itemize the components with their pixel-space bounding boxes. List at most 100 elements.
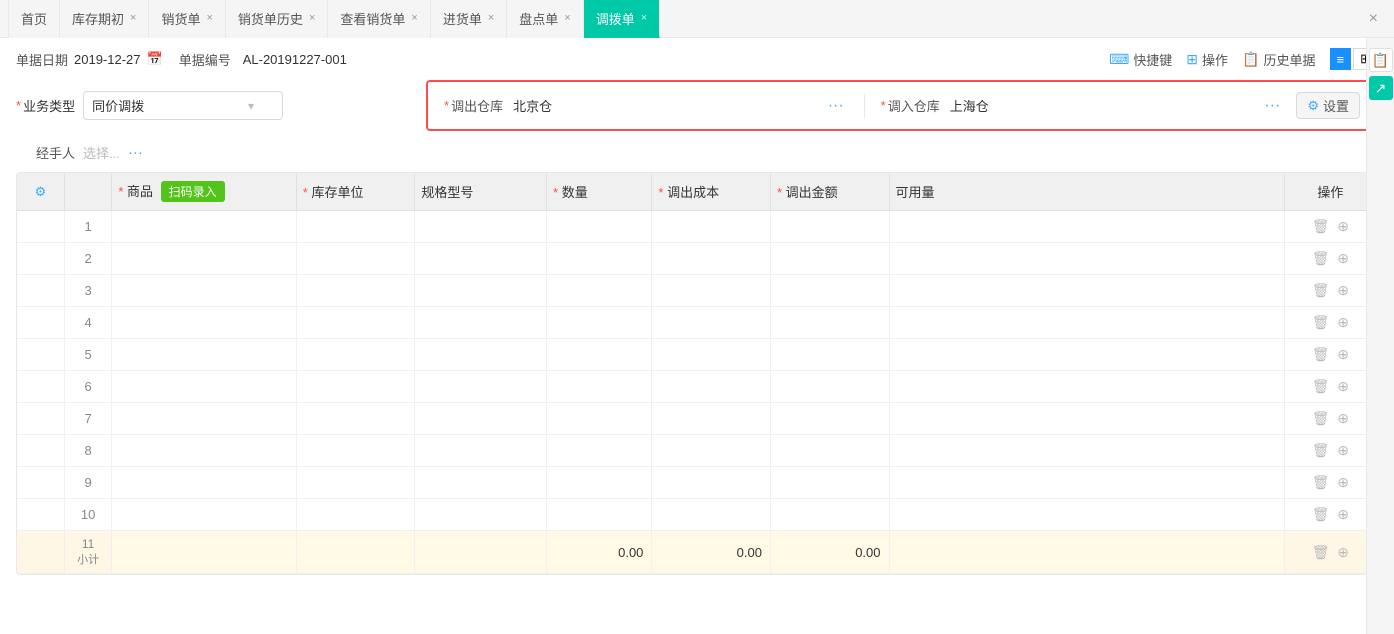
gear-cell-9 — [17, 467, 64, 499]
qty-cell-10 — [547, 499, 652, 531]
product-cell-9[interactable] — [112, 467, 296, 499]
tab-transfer[interactable]: 调拨单 × — [584, 0, 660, 38]
qty-cell-9 — [547, 467, 652, 499]
copy-icon-4[interactable]: ⊕ — [1337, 314, 1349, 330]
delete-icon-10[interactable]: 🗑 — [1312, 506, 1330, 522]
close-sales-history[interactable]: × — [309, 13, 315, 24]
ops-cell-1: 🗑 ⊕ — [1284, 211, 1376, 243]
tab-inventory-init[interactable]: 库存期初 × — [60, 0, 149, 38]
out-warehouse-more[interactable]: ··· — [824, 97, 848, 115]
close-transfer[interactable]: × — [641, 13, 647, 24]
biz-type-select[interactable]: 同价调拨 ▾ — [83, 91, 283, 120]
avail-cell-7 — [889, 403, 1284, 435]
biz-type-row: * 业务类型 同价调拨 ▾ * 调出仓库 北京仓 ··· * 调入仓库 上海仓 … — [16, 80, 1378, 131]
avail-cell-1 — [889, 211, 1284, 243]
in-warehouse-more[interactable]: ··· — [1260, 97, 1284, 115]
delete-icon-5[interactable]: 🗑 — [1312, 346, 1330, 362]
sidebar-expand-icon[interactable]: ↗ — [1369, 76, 1393, 100]
scan-input-btn[interactable]: 扫码录入 — [161, 181, 225, 202]
setting-button[interactable]: ⚙ 设置 — [1296, 92, 1360, 119]
tab-home[interactable]: 首页 — [8, 0, 60, 38]
warehouse-divider — [864, 94, 865, 118]
copy-icon-2[interactable]: ⊕ — [1337, 250, 1349, 266]
gear-column-header[interactable]: ⚙ — [17, 173, 64, 211]
delete-icon-8[interactable]: 🗑 — [1312, 442, 1330, 458]
delete-icon-2[interactable]: 🗑 — [1312, 250, 1330, 266]
tab-view-sales[interactable]: 查看销货单 × — [328, 0, 430, 38]
person-more-btn[interactable]: ··· — [128, 144, 143, 161]
tab-stocktake[interactable]: 盘点单 × — [507, 0, 583, 38]
product-cell-1[interactable] — [112, 211, 296, 243]
keyboard-icon: ⌨ — [1109, 51, 1129, 68]
product-cell-7[interactable] — [112, 403, 296, 435]
copy-icon-7[interactable]: ⊕ — [1337, 410, 1349, 426]
tab-sales-history[interactable]: 销货单历史 × — [226, 0, 328, 38]
unit-cell-1 — [296, 211, 415, 243]
operations-btn[interactable]: ⊞ 操作 — [1186, 50, 1228, 69]
sidebar-doc-icon[interactable]: 📋 — [1369, 48, 1393, 72]
product-cell-10[interactable] — [112, 499, 296, 531]
history-btn[interactable]: 📋 历史单据 — [1242, 50, 1315, 69]
amount-cell-9 — [770, 467, 889, 499]
product-cell-2[interactable] — [112, 243, 296, 275]
ops-column-header: 操作 — [1284, 173, 1376, 211]
product-cell-8[interactable] — [112, 435, 296, 467]
product-cell-5[interactable] — [112, 339, 296, 371]
copy-icon-8[interactable]: ⊕ — [1337, 442, 1349, 458]
in-required-star: * — [881, 98, 886, 113]
table-row: 8 🗑 ⊕ — [17, 435, 1377, 467]
row-num-1: 1 — [64, 211, 111, 243]
table-row: 3 🗑 ⊕ — [17, 275, 1377, 307]
spec-column-header: 规格型号 — [415, 173, 547, 211]
list-view-btn[interactable]: ≡ — [1330, 48, 1352, 70]
close-view-sales[interactable]: × — [411, 13, 417, 24]
person-select[interactable]: 选择... — [83, 143, 120, 162]
delete-icon-6[interactable]: 🗑 — [1312, 378, 1330, 394]
calendar-icon[interactable]: 📅 — [147, 51, 163, 67]
doc-date-label: 单据日期 — [16, 50, 68, 69]
product-cell-3[interactable] — [112, 275, 296, 307]
doc-num-label: 单据编号 — [179, 50, 231, 69]
qty-cell-2 — [547, 243, 652, 275]
table-row: 4 🗑 ⊕ — [17, 307, 1377, 339]
cost-cell-10 — [652, 499, 771, 531]
product-cell-6[interactable] — [112, 371, 296, 403]
copy-icon-5[interactable]: ⊕ — [1337, 346, 1349, 362]
close-all-tabs[interactable]: × — [1361, 10, 1386, 28]
table-row: 7 🗑 ⊕ — [17, 403, 1377, 435]
close-stocktake[interactable]: × — [564, 13, 570, 24]
person-field: 经手人 选择... ··· — [16, 143, 143, 162]
copy-icon-9[interactable]: ⊕ — [1337, 474, 1349, 490]
ops-cell-6: 🗑 ⊕ — [1284, 371, 1376, 403]
product-cell-4[interactable] — [112, 307, 296, 339]
gear-icon-th[interactable]: ⚙ — [35, 184, 47, 199]
out-warehouse-value: 北京仓 — [513, 96, 552, 115]
delete-icon-4[interactable]: 🗑 — [1312, 314, 1330, 330]
tab-sales-order[interactable]: 销货单 × — [149, 0, 225, 38]
copy-icon-11[interactable]: ⊕ — [1337, 544, 1349, 560]
ops-cell-7: 🗑 ⊕ — [1284, 403, 1376, 435]
shortcuts-btn[interactable]: ⌨ 快捷键 — [1109, 50, 1172, 69]
delete-icon-7[interactable]: 🗑 — [1312, 410, 1330, 426]
delete-icon-11[interactable]: 🗑 — [1312, 544, 1330, 560]
qty-cell-7 — [547, 403, 652, 435]
grid-icon: ⊞ — [1186, 51, 1198, 68]
close-sales-order[interactable]: × — [206, 13, 212, 24]
close-purchase-order[interactable]: × — [488, 13, 494, 24]
product-cell-11[interactable] — [112, 531, 296, 574]
copy-icon-1[interactable]: ⊕ — [1337, 218, 1349, 234]
copy-icon-10[interactable]: ⊕ — [1337, 506, 1349, 522]
cost-cell-11: 0.00 — [652, 531, 771, 574]
close-inventory-init[interactable]: × — [130, 13, 136, 24]
delete-icon-3[interactable]: 🗑 — [1312, 282, 1330, 298]
row-num-4: 4 — [64, 307, 111, 339]
avail-cell-4 — [889, 307, 1284, 339]
copy-icon-3[interactable]: ⊕ — [1337, 282, 1349, 298]
copy-icon-6[interactable]: ⊕ — [1337, 378, 1349, 394]
doc-num-value: AL-20191227-001 — [243, 52, 347, 67]
delete-icon-1[interactable]: 🗑 — [1312, 218, 1330, 234]
delete-icon-9[interactable]: 🗑 — [1312, 474, 1330, 490]
out-required-star: * — [444, 98, 449, 113]
gear-cell-7 — [17, 403, 64, 435]
tab-purchase-order[interactable]: 进货单 × — [431, 0, 507, 38]
